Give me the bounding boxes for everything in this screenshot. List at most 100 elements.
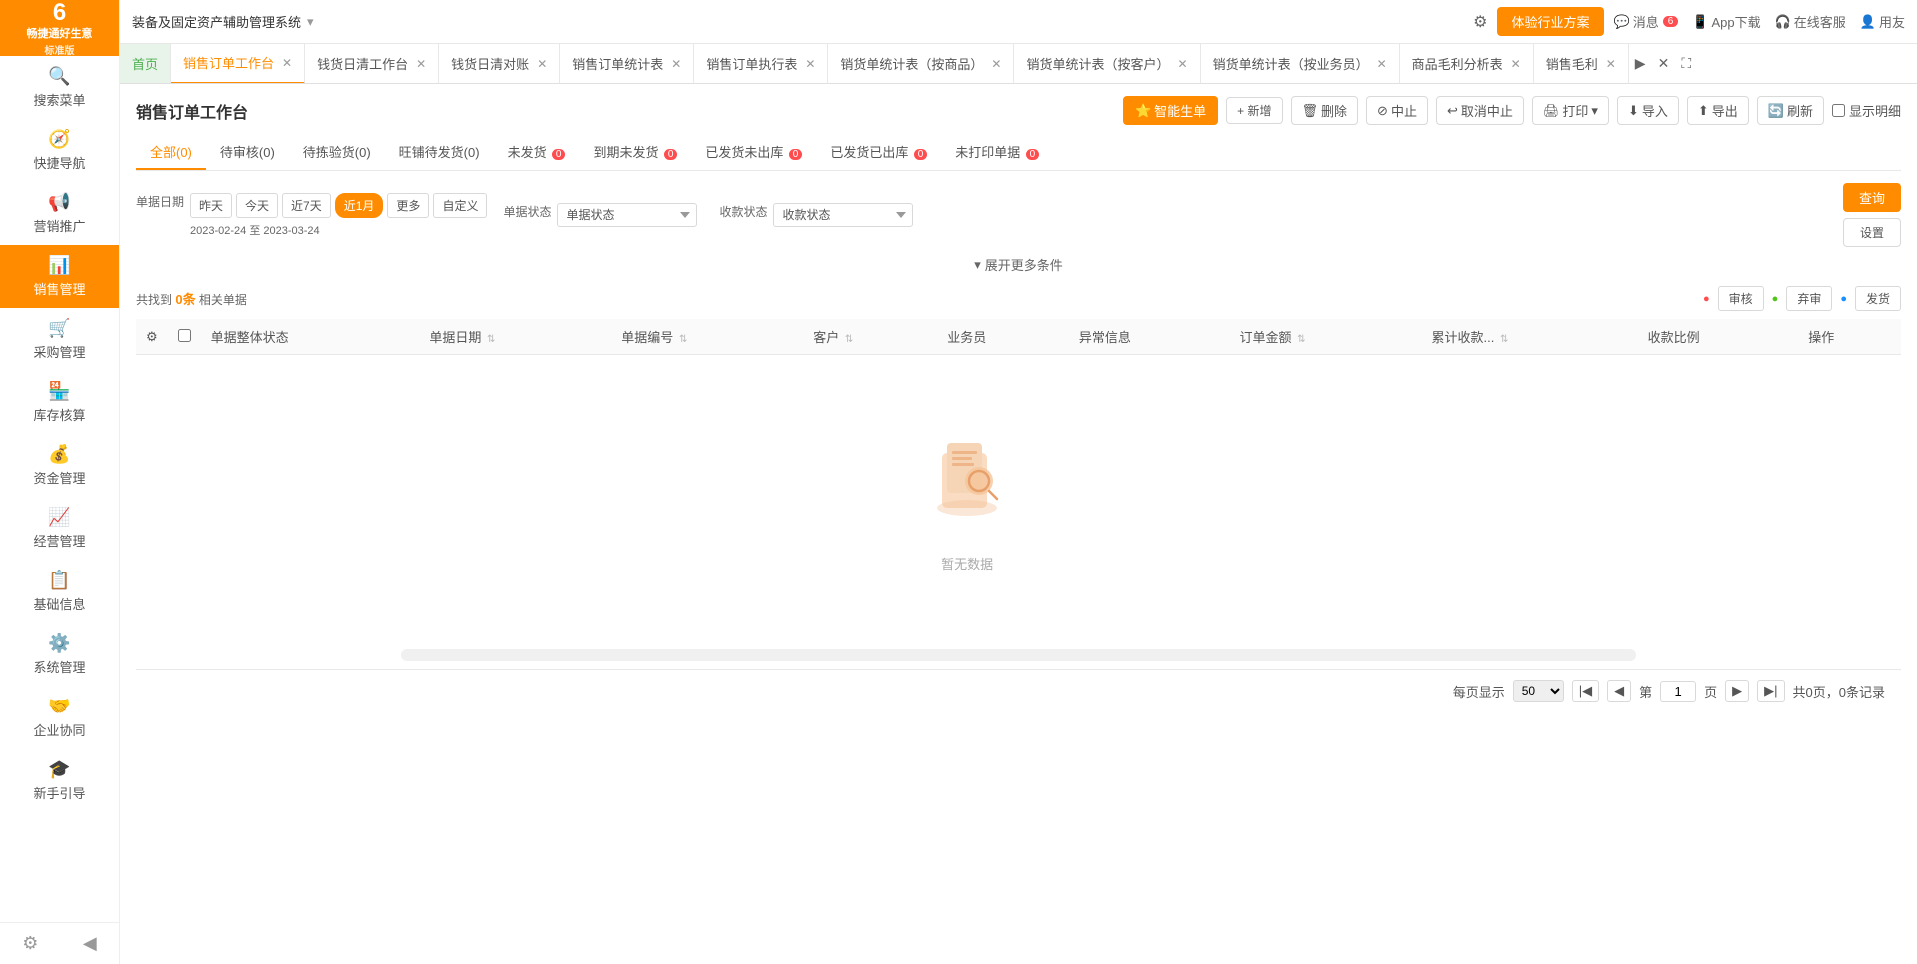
tab-scroll-right[interactable]: ▶ — [1629, 44, 1652, 84]
sidebar-item-marketing[interactable]: 📢 营销推广 — [0, 182, 119, 245]
filter-tab-not-shipped[interactable]: 未发货 0 — [494, 135, 580, 170]
sidebar-item-operations[interactable]: 📈 经营管理 — [0, 497, 119, 560]
sidebar-item-enterprise[interactable]: 🤝 企业协同 — [0, 686, 119, 749]
payment-select[interactable]: 收款状态 — [773, 203, 913, 227]
print-btn[interactable]: 🖨 打印 ▾ — [1532, 96, 1609, 125]
collapse-icon[interactable]: ◀ — [83, 933, 97, 954]
filter-1month-btn[interactable]: 近1月 — [335, 193, 384, 218]
add-btn[interactable]: + 新增 — [1226, 97, 1282, 124]
stop-btn[interactable]: ⊘ 中止 — [1366, 96, 1428, 125]
tab-close-cash-daily[interactable]: ✕ — [416, 57, 426, 71]
compass-icon: 🧭 — [48, 129, 70, 150]
first-page-btn[interactable]: |◀ — [1572, 680, 1599, 702]
topbar-user[interactable]: 👤 用友 — [1860, 12, 1905, 31]
page-actions: ⭐ 智能生单 + 新增 🗑 删除 ⊘ 中止 ↩ 取消中止 — [1123, 96, 1901, 125]
sidebar-item-quick-nav[interactable]: 🧭 快捷导航 — [0, 119, 119, 182]
table-summary: 共找到 0条 相关单据 ● 审核 ● 弃审 ● 发货 — [136, 286, 1901, 311]
tab-sales-order[interactable]: 销售订单工作台 ✕ — [171, 44, 305, 84]
sidebar-item-finance[interactable]: 💰 资金管理 — [0, 434, 119, 497]
tab-cash-account[interactable]: 钱货日清对账 ✕ — [439, 44, 560, 84]
horizontal-scrollbar[interactable] — [401, 649, 1637, 661]
col-customer[interactable]: 客户 ⇅ — [803, 319, 937, 355]
filter-7days-btn[interactable]: 近7天 — [282, 193, 331, 218]
export-btn[interactable]: ⬆ 导出 — [1687, 96, 1749, 125]
tab-close-sales-stat[interactable]: ✕ — [671, 57, 681, 71]
select-all-checkbox[interactable] — [178, 329, 191, 342]
col-amount[interactable]: 订单金额 ⇅ — [1230, 319, 1422, 355]
status-select[interactable]: 单据状态 — [557, 203, 697, 227]
tab-sales-exec[interactable]: 销售订单执行表 ✕ — [694, 44, 828, 84]
filter-tab-pending-review[interactable]: 待审核(0) — [206, 135, 289, 170]
filter-custom-btn[interactable]: 自定义 — [433, 193, 487, 218]
delete-btn[interactable]: 🗑 删除 — [1291, 96, 1359, 125]
topbar-settings-icon[interactable]: ⚙ — [1473, 12, 1487, 32]
import-btn[interactable]: ⬇ 导入 — [1617, 96, 1679, 125]
message-icon: 💬 — [1614, 14, 1630, 30]
tab-product-margin[interactable]: 商品毛利分析表 ✕ — [1400, 44, 1534, 84]
tab-sales-stat-product[interactable]: 销货单统计表（按商品） ✕ — [828, 44, 1014, 84]
tab-home[interactable]: 首页 — [120, 44, 171, 84]
sort-customer-icon: ⇅ — [845, 334, 853, 345]
tab-close-sales-exec[interactable]: ✕ — [805, 57, 815, 71]
sidebar-item-guide[interactable]: 🎓 新手引导 — [0, 749, 119, 812]
refresh-btn[interactable]: 🔄 刷新 — [1757, 96, 1824, 125]
sidebar-item-sales[interactable]: 📊 销售管理 — [0, 245, 119, 308]
tab-close-sales-order[interactable]: ✕ — [282, 56, 292, 70]
unreview-btn[interactable]: 弃审 — [1786, 286, 1832, 311]
tab-label-sales-stat-customer: 销货单统计表（按客户） — [1026, 54, 1169, 73]
topbar-online-service[interactable]: 🎧 在线客服 — [1775, 12, 1846, 31]
tab-close-sales-stat-staff[interactable]: ✕ — [1377, 57, 1387, 71]
topbar-app-download[interactable]: 📱 App下载 — [1692, 12, 1760, 31]
last-page-btn[interactable]: ▶| — [1757, 680, 1784, 702]
filter-tab-expired-not-shipped[interactable]: 到期未发货 0 — [579, 135, 691, 170]
filter-more-btn[interactable]: 更多 — [387, 193, 429, 218]
tab-close-sales-stat-customer[interactable]: ✕ — [1178, 57, 1188, 71]
next-page-btn[interactable]: ▶ — [1725, 680, 1749, 702]
sidebar-item-system[interactable]: ⚙️ 系统管理 — [0, 623, 119, 686]
setting-btn[interactable]: 设置 — [1843, 218, 1901, 247]
smart-gen-btn[interactable]: ⭐ 智能生单 — [1123, 96, 1218, 125]
page-size-select[interactable]: 20 50 100 — [1513, 680, 1564, 702]
col-checkbox[interactable] — [168, 319, 201, 355]
tab-close-sales-stat-product[interactable]: ✕ — [991, 57, 1001, 71]
tab-close-cash-account[interactable]: ✕ — [537, 57, 547, 71]
filter-yesterday-btn[interactable]: 昨天 — [190, 193, 232, 218]
filter-tab-all[interactable]: 全部(0) — [136, 135, 206, 170]
page-input[interactable] — [1660, 681, 1696, 702]
main-table: ⚙ 单据整体状态 单据日期 ⇅ 单据编号 ⇅ — [136, 319, 1901, 641]
ship-btn[interactable]: 发货 — [1855, 286, 1901, 311]
tab-close-all[interactable]: ✕ — [1652, 44, 1676, 84]
settings-bottom-icon[interactable]: ⚙ — [22, 933, 38, 954]
filter-tab-shipped-out[interactable]: 已发货已出库 0 — [816, 135, 941, 170]
filter-tab-not-printed[interactable]: 未打印单据 0 — [941, 135, 1053, 170]
show-detail-checkbox[interactable] — [1832, 104, 1845, 117]
col-date[interactable]: 单据日期 ⇅ — [419, 319, 611, 355]
tab-sales-stat-customer[interactable]: 销货单统计表（按客户） ✕ — [1014, 44, 1200, 84]
filter-today-btn[interactable]: 今天 — [236, 193, 278, 218]
col-number[interactable]: 单据编号 ⇅ — [611, 319, 803, 355]
cancel-stop-btn[interactable]: ↩ 取消中止 — [1436, 96, 1524, 125]
filter-tab-pending-inspect[interactable]: 待拣验货(0) — [289, 135, 385, 170]
search-btn[interactable]: 查询 — [1843, 183, 1901, 212]
sidebar-item-basic-info[interactable]: 📋 基础信息 — [0, 560, 119, 623]
tab-cash-daily[interactable]: 钱货日清工作台 ✕ — [305, 44, 439, 84]
topbar-message[interactable]: 💬 消息 6 — [1614, 12, 1679, 31]
sidebar-item-inventory[interactable]: 🏪 库存核算 — [0, 371, 119, 434]
sidebar-item-purchase[interactable]: 🛒 采购管理 — [0, 308, 119, 371]
tab-close-sales-gross[interactable]: ✕ — [1606, 57, 1616, 71]
tab-sales-stat-staff[interactable]: 销货单统计表（按业务员） ✕ — [1201, 44, 1400, 84]
tab-label-cash-account: 钱货日清对账 — [451, 54, 529, 73]
tab-maximize[interactable]: ⛶ — [1675, 44, 1697, 84]
filter-tab-shipped-not-out[interactable]: 已发货未出库 0 — [691, 135, 816, 170]
sidebar-item-search[interactable]: 🔍 搜索菜单 — [0, 56, 119, 119]
tab-sales-gross[interactable]: 销售毛利 ✕ — [1534, 44, 1629, 84]
prev-page-btn[interactable]: ◀ — [1607, 680, 1631, 702]
tab-sales-stat[interactable]: 销售订单统计表 ✕ — [560, 44, 694, 84]
col-received[interactable]: 累计收款... ⇅ — [1421, 319, 1637, 355]
expand-more-btn[interactable]: ▾ 展开更多条件 — [136, 255, 1901, 274]
col-settings[interactable]: ⚙ — [136, 319, 168, 355]
industry-btn[interactable]: 体验行业方案 — [1497, 7, 1603, 36]
filter-tab-wangpu[interactable]: 旺铺待发货(0) — [385, 135, 494, 170]
review-btn[interactable]: 审核 — [1718, 286, 1764, 311]
tab-close-product-margin[interactable]: ✕ — [1511, 57, 1521, 71]
